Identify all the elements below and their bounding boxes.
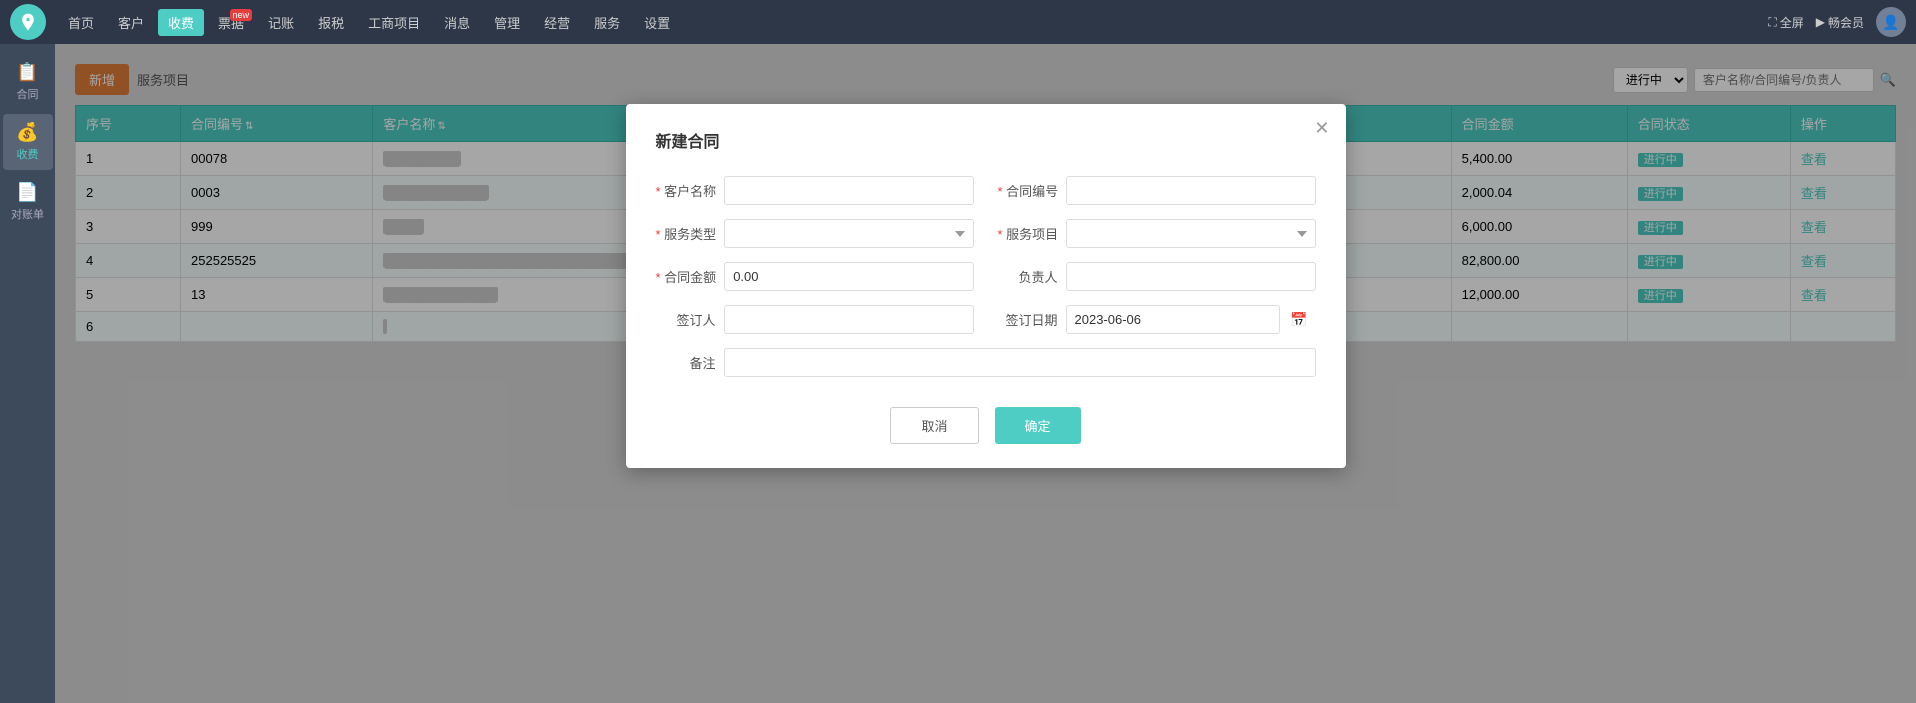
service-type-select[interactable] [724,219,973,248]
sign-date-wrapper: 📅 [1066,305,1316,334]
contract-no-field-row: 合同编号 [998,176,1316,205]
new-contract-modal: 新建合同 ✕ 客户名称 合同编号 服务类型 [626,104,1346,468]
signer-label: 签订人 [656,310,716,329]
statement-icon: 📄 [16,182,38,203]
cancel-button[interactable]: 取消 [890,407,978,444]
nav-bookkeeping[interactable]: 记账 [258,9,304,36]
nav-fee[interactable]: 收费 [158,9,204,36]
fee-icon: 💰 [16,122,38,143]
calendar-icon[interactable]: 📅 [1290,311,1307,328]
modal-footer: 取消 确定 [656,407,1316,444]
nav-service[interactable]: 服务 [584,9,630,36]
modal-overlay: 新建合同 ✕ 客户名称 合同编号 服务类型 [55,44,1916,703]
sidebar-item-statement-label: 对账单 [11,206,44,222]
contract-icon: 📋 [16,62,38,83]
main-layout: 📋 合同 💰 收费 📄 对账单 新增 服务项目 进行中 已完成 已终止 🔍 [0,44,1916,703]
customer-field-row: 客户名称 [656,176,974,205]
nav-tax[interactable]: 报税 [308,9,354,36]
modal-form: 客户名称 合同编号 服务类型 服务项目 [656,176,1316,377]
remark-input[interactable] [724,348,1316,377]
sign-date-input[interactable] [1066,305,1280,334]
sidebar-item-contract-label: 合同 [17,86,39,102]
nav-customer[interactable]: 客户 [108,9,154,36]
avatar[interactable]: 👤 [1876,7,1906,37]
nav-manage[interactable]: 管理 [484,9,530,36]
confirm-button[interactable]: 确定 [995,407,1081,444]
sidebar-item-contract[interactable]: 📋 合同 [3,54,53,110]
service-type-field-row: 服务类型 [656,219,974,248]
sign-date-field-row: 签订日期 📅 [998,305,1316,334]
sidebar-item-fee[interactable]: 💰 收费 [3,114,53,170]
amount-field-row: 合同金额 [656,262,974,291]
nav-right: ⛶ 全屏 ▶ 畅会员 👤 [1768,7,1906,37]
nav-business[interactable]: 工商项目 [358,9,430,36]
remark-label: 备注 [656,353,716,372]
signer-field-row: 签订人 [656,305,974,334]
content-area: 新增 服务项目 进行中 已完成 已终止 🔍 序号 合同编号⇅ 客户名称⇅ 服务项… [55,44,1916,703]
nav-message[interactable]: 消息 [434,9,480,36]
sidebar: 📋 合同 💰 收费 📄 对账单 [0,44,55,703]
modal-title: 新建合同 [656,128,1316,152]
logo [10,4,46,40]
sign-date-label: 签订日期 [998,310,1058,329]
nav-home[interactable]: 首页 [58,9,104,36]
top-nav: 首页 客户 收费 票据 new 记账 报税 工商项目 消息 管理 经营 服务 设… [0,0,1916,44]
sidebar-item-fee-label: 收费 [17,146,39,162]
signer-input[interactable] [724,305,974,334]
responsible-label: 负责人 [998,267,1058,286]
new-badge: new [230,9,253,21]
responsible-field-row: 负责人 [998,262,1316,291]
contract-no-label: 合同编号 [998,181,1059,200]
contract-no-input[interactable] [1066,176,1315,205]
service-item-select[interactable] [1066,219,1315,248]
member-btn[interactable]: ▶ 畅会员 [1816,14,1864,31]
amount-label: 合同金额 [656,267,717,286]
nav-invoice[interactable]: 票据 new [208,9,254,36]
responsible-input[interactable] [1066,262,1316,291]
modal-close-button[interactable]: ✕ [1314,118,1329,139]
sidebar-item-statement[interactable]: 📄 对账单 [3,174,53,230]
service-item-field-row: 服务项目 [998,219,1316,248]
remark-field-row: 备注 [656,348,1316,377]
nav-operation[interactable]: 经营 [534,9,580,36]
nav-settings[interactable]: 设置 [634,9,680,36]
service-type-label: 服务类型 [656,224,717,243]
service-item-label: 服务项目 [998,224,1059,243]
amount-input[interactable] [724,262,973,291]
fullscreen-btn[interactable]: ⛶ 全屏 [1768,14,1803,31]
nav-items: 首页 客户 收费 票据 new 记账 报税 工商项目 消息 管理 经营 服务 设… [58,9,1768,36]
customer-label: 客户名称 [656,181,717,200]
customer-input[interactable] [724,176,973,205]
